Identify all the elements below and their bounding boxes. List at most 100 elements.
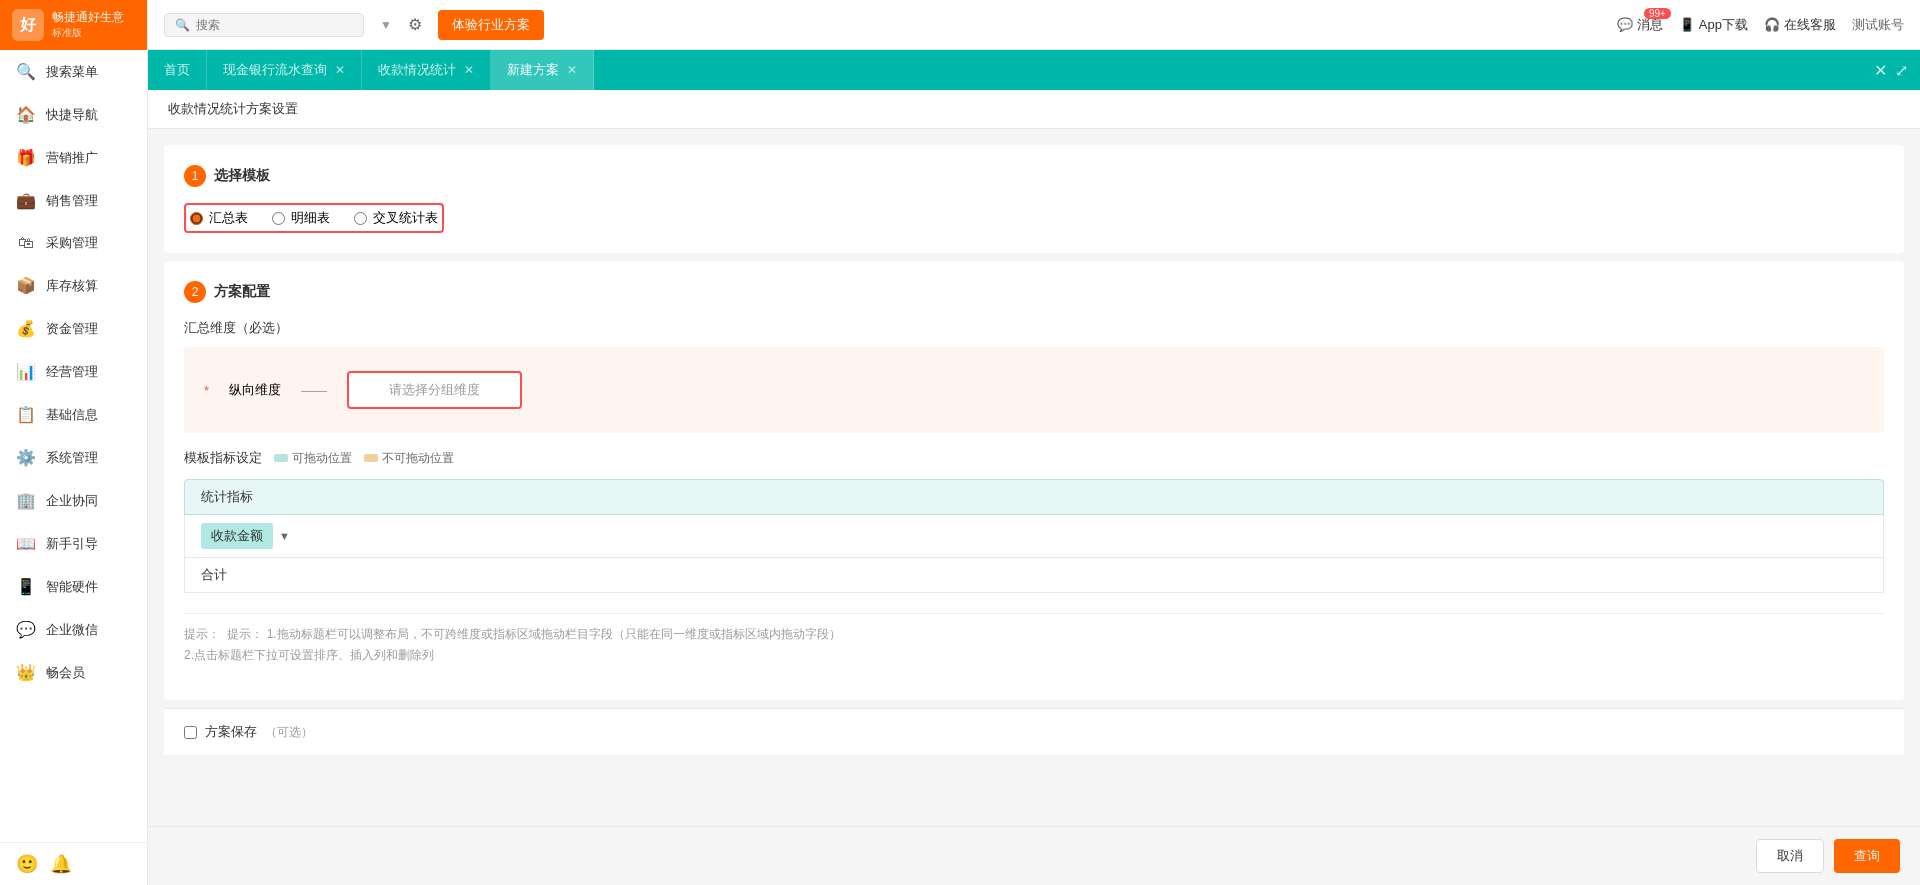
tabbar-window-actions: ✕ ⤢ bbox=[1862, 61, 1920, 80]
radio-cross-input[interactable] bbox=[354, 212, 367, 225]
sidebar-item-purchase[interactable]: 🛍 采购管理 bbox=[0, 222, 147, 264]
topbar: 🔍 ▼ ⚙ 体验行业方案 💬 消息 99+ 📱 App下载 🎧 在线客服 测试账… bbox=[148, 0, 1920, 50]
user-name: 测试账号 bbox=[1852, 16, 1904, 34]
phone-icon: 📱 bbox=[16, 577, 36, 596]
tab-receivables[interactable]: 收款情况统计 ✕ bbox=[362, 50, 491, 90]
step2-title: 方案配置 bbox=[214, 283, 270, 301]
service-icon: 🎧 bbox=[1764, 17, 1780, 32]
dimension-config: 汇总维度（必选） * 纵向维度 —— 请选择分组维度 bbox=[184, 319, 1884, 433]
crown-icon: 👑 bbox=[16, 663, 36, 682]
footer-bar: 取消 查询 bbox=[148, 826, 1920, 885]
sidebar-item-system[interactable]: ⚙️ 系统管理 bbox=[0, 436, 147, 479]
money-icon: 💰 bbox=[16, 319, 36, 338]
step2-header: 2 方案配置 bbox=[184, 281, 1884, 303]
radio-summary[interactable]: 汇总表 bbox=[190, 209, 248, 227]
sidebar-item-member[interactable]: 👑 畅会员 bbox=[0, 651, 147, 694]
tab-new-plan[interactable]: 新建方案 ✕ bbox=[491, 50, 594, 90]
download-icon: 📱 bbox=[1679, 17, 1695, 32]
indicator-header-row: 模板指标设定 可拖动位置 不可拖动位置 bbox=[184, 449, 1884, 467]
settings-gear-icon[interactable]: ⚙ bbox=[408, 15, 422, 34]
non-draggable-indicator bbox=[364, 454, 378, 462]
sidebar-item-marketing[interactable]: 🎁 营销推广 bbox=[0, 136, 147, 179]
save-optional: （可选） bbox=[265, 724, 313, 741]
sidebar-item-search[interactable]: 🔍 搜索菜单 bbox=[0, 50, 147, 93]
briefcase-icon: 💼 bbox=[16, 191, 36, 210]
indicator-table-header: 统计指标 bbox=[184, 479, 1884, 515]
step1-header: 1 选择模板 bbox=[184, 165, 1884, 187]
message-action[interactable]: 💬 消息 99+ bbox=[1617, 16, 1663, 34]
radio-detail-input[interactable] bbox=[272, 212, 285, 225]
app-download-action[interactable]: 📱 App下载 bbox=[1679, 16, 1748, 34]
indicator-non-draggable-badge: 不可拖动位置 bbox=[364, 450, 454, 467]
gift-icon: 🎁 bbox=[16, 148, 36, 167]
search-input[interactable] bbox=[196, 18, 353, 32]
save-checkbox[interactable] bbox=[184, 726, 197, 739]
tips-section: 提示： 提示： 1.拖动标题栏可以调整布局，不可跨维度或指标区域拖动栏目字段（只… bbox=[184, 613, 1884, 680]
gear-icon: ⚙️ bbox=[16, 448, 36, 467]
page-body: 1 选择模板 汇总表 明细表 交叉统计表 bbox=[148, 129, 1920, 826]
sidebar-bottom: 🙂 🔔 bbox=[0, 842, 147, 885]
revenue-dropdown-icon[interactable]: ▼ bbox=[279, 530, 290, 542]
search-icon: 🔍 bbox=[175, 18, 190, 32]
dimension-arrow: —— bbox=[301, 383, 327, 398]
tab-close-receivables[interactable]: ✕ bbox=[464, 63, 474, 77]
industry-solution-button[interactable]: 体验行业方案 bbox=[438, 10, 544, 40]
radio-detail[interactable]: 明细表 bbox=[272, 209, 330, 227]
search-icon: 🔍 bbox=[16, 62, 36, 81]
tab-home[interactable]: 首页 bbox=[148, 50, 207, 90]
content-area: 收款情况统计方案设置 1 选择模板 汇总表 明细表 bbox=[148, 90, 1920, 885]
sidebar-bottom-icon-2[interactable]: 🔔 bbox=[50, 853, 72, 875]
dimension-vertical-label: 纵向维度 bbox=[229, 381, 281, 399]
sidebar-logo: 好 畅捷通好生意 标准版 bbox=[0, 0, 147, 50]
sidebar-item-operations[interactable]: 📊 经营管理 bbox=[0, 350, 147, 393]
window-maximize-icon[interactable]: ⤢ bbox=[1895, 61, 1908, 80]
dimension-select[interactable]: 请选择分组维度 bbox=[347, 371, 522, 409]
indicator-cell-revenue: 收款金额 ▼ bbox=[185, 515, 306, 557]
online-service-action[interactable]: 🎧 在线客服 bbox=[1764, 16, 1836, 34]
tab-close-new-plan[interactable]: ✕ bbox=[567, 63, 577, 77]
step2-number: 2 bbox=[184, 281, 206, 303]
tip-2: 2.点击标题栏下拉可设置排序、插入列和删除列 bbox=[184, 647, 1884, 664]
sidebar-item-inventory[interactable]: 📦 库存核算 bbox=[0, 264, 147, 307]
sidebar-item-basic-info[interactable]: 📋 基础信息 bbox=[0, 393, 147, 436]
sidebar-bottom-icon-1[interactable]: 🙂 bbox=[16, 853, 38, 875]
sidebar-item-finance[interactable]: 💰 资金管理 bbox=[0, 307, 147, 350]
sidebar-item-hardware[interactable]: 📱 智能硬件 bbox=[0, 565, 147, 608]
sidebar-item-sales[interactable]: 💼 销售管理 bbox=[0, 179, 147, 222]
window-close-icon[interactable]: ✕ bbox=[1874, 61, 1887, 80]
tab-cash-bank[interactable]: 现金银行流水查询 ✕ bbox=[207, 50, 362, 90]
main-area: 🔍 ▼ ⚙ 体验行业方案 💬 消息 99+ 📱 App下载 🎧 在线客服 测试账… bbox=[148, 0, 1920, 885]
tabbar: 首页 现金银行流水查询 ✕ 收款情况统计 ✕ 新建方案 ✕ ✕ ⤢ bbox=[148, 50, 1920, 90]
message-icon: 💬 bbox=[1617, 17, 1633, 32]
step1-section: 1 选择模板 汇总表 明细表 交叉统计表 bbox=[164, 145, 1904, 253]
box-icon: 📦 bbox=[16, 276, 36, 295]
indicator-draggable-badge: 可拖动位置 bbox=[274, 450, 352, 467]
chat-icon: 💬 bbox=[16, 620, 36, 639]
indicator-cell-total: 合计 bbox=[185, 558, 243, 592]
template-options-group: 汇总表 明细表 交叉统计表 bbox=[184, 203, 444, 233]
home-icon: 🏠 bbox=[16, 105, 36, 124]
radio-summary-input[interactable] bbox=[190, 212, 203, 225]
chart-icon: 📊 bbox=[16, 362, 36, 381]
dimension-section-title: 汇总维度（必选） bbox=[184, 319, 1884, 337]
app-logo-icon: 好 bbox=[12, 9, 44, 41]
step2-section: 2 方案配置 汇总维度（必选） * 纵向维度 —— 请选择分组维度 bbox=[164, 261, 1904, 700]
indicator-section: 模板指标设定 可拖动位置 不可拖动位置 统计指标 bbox=[184, 449, 1884, 593]
radio-cross[interactable]: 交叉统计表 bbox=[354, 209, 438, 227]
dropdown-arrow-icon[interactable]: ▼ bbox=[380, 18, 392, 32]
book-icon: 📖 bbox=[16, 534, 36, 553]
sidebar-item-home[interactable]: 🏠 快捷导航 bbox=[0, 93, 147, 136]
step1-title: 选择模板 bbox=[214, 167, 270, 185]
message-badge: 99+ bbox=[1644, 8, 1671, 19]
step1-number: 1 bbox=[184, 165, 206, 187]
sidebar-item-wechat[interactable]: 💬 企业微信 bbox=[0, 608, 147, 651]
sidebar-item-cooperation[interactable]: 🏢 企业协同 bbox=[0, 479, 147, 522]
tip-1: 提示： 提示： 1.拖动标题栏可以调整布局，不可跨维度或指标区域拖动栏目字段（只… bbox=[184, 626, 1884, 643]
tab-close-cash-bank[interactable]: ✕ bbox=[335, 63, 345, 77]
cancel-button[interactable]: 取消 bbox=[1756, 839, 1824, 873]
sidebar-item-guide[interactable]: 📖 新手引导 bbox=[0, 522, 147, 565]
page-title: 收款情况统计方案设置 bbox=[168, 101, 298, 116]
query-button[interactable]: 查询 bbox=[1834, 839, 1900, 873]
dimension-required-star: * bbox=[204, 383, 209, 398]
search-box[interactable]: 🔍 bbox=[164, 13, 364, 37]
